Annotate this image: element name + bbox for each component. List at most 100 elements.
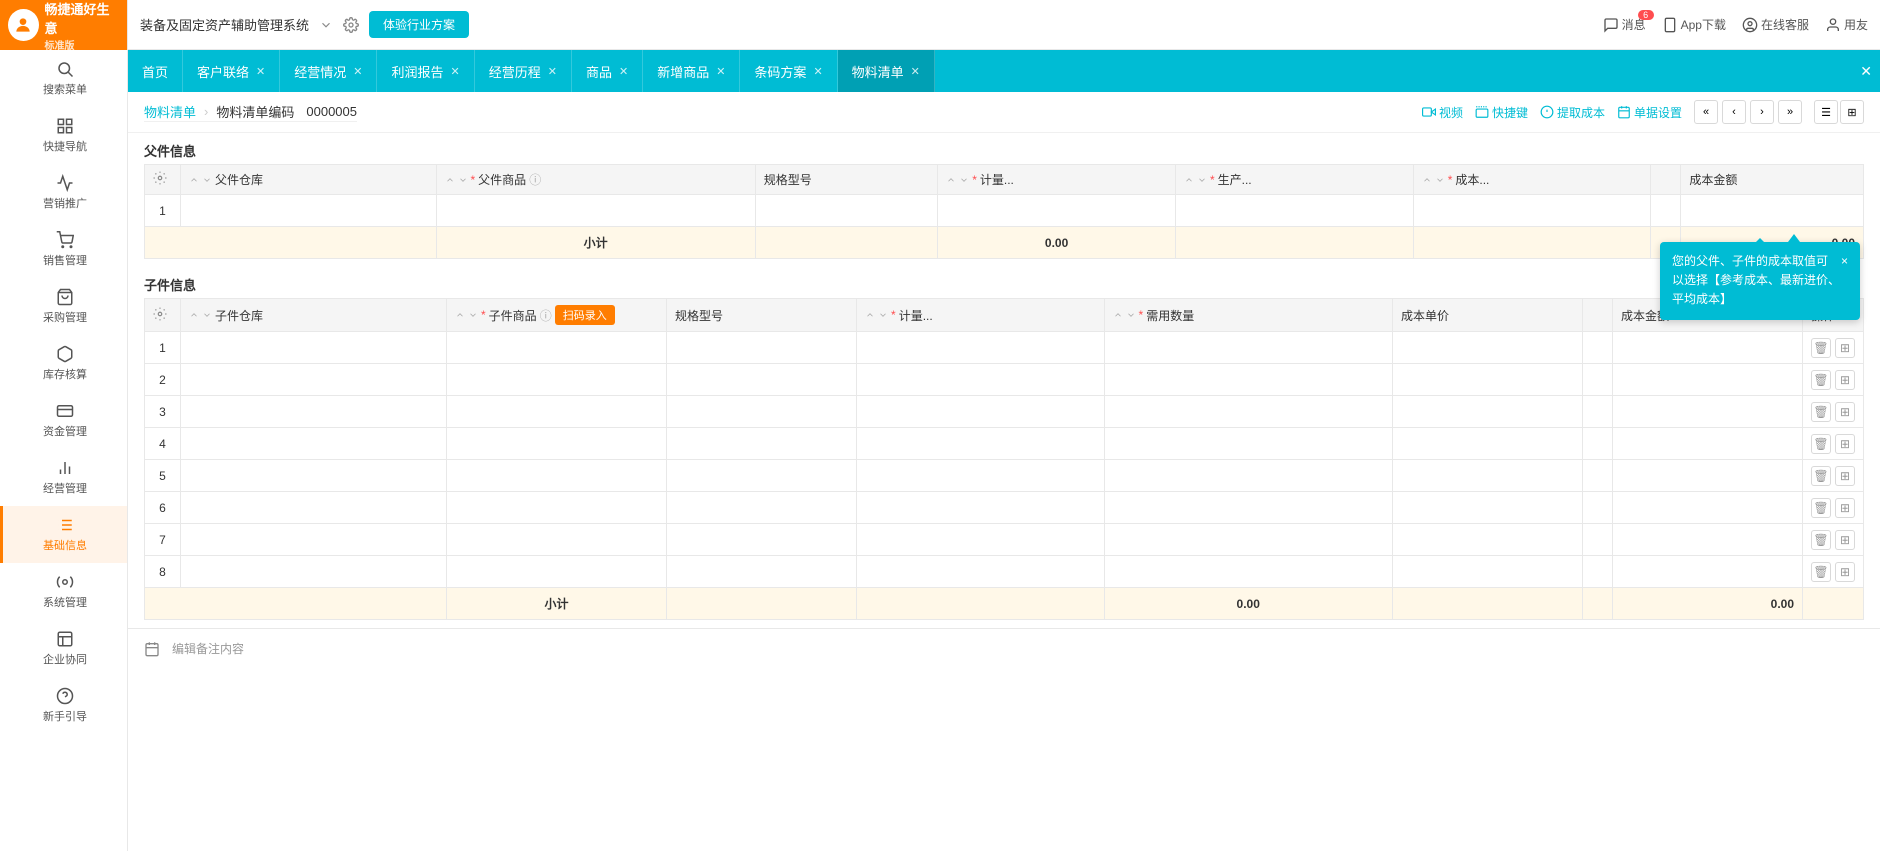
toolbar-single-setting[interactable]: 单据设置 xyxy=(1617,104,1682,121)
child-cell-unit-4[interactable] xyxy=(857,428,1105,460)
tab-history[interactable]: 经营历程 ✕ xyxy=(475,50,572,92)
child-copy-4[interactable]: ⊞ xyxy=(1835,434,1855,454)
child-delete-7[interactable]: 🗑 xyxy=(1811,530,1831,550)
child-delete-6[interactable]: 🗑 xyxy=(1811,498,1831,518)
child-cell-spec-8[interactable] xyxy=(667,556,857,588)
tab-profit[interactable]: 利润报告 ✕ xyxy=(377,50,474,92)
child-delete-2[interactable]: 🗑 xyxy=(1811,370,1831,390)
child-cell-amount-6[interactable] xyxy=(1612,492,1802,524)
toolbar-video[interactable]: 视频 xyxy=(1422,104,1463,121)
nav-prev-prev[interactable]: « xyxy=(1694,100,1718,124)
child-cell-unitprice-8[interactable] xyxy=(1392,556,1582,588)
child-delete-3[interactable]: 🗑 xyxy=(1811,402,1831,422)
tab-goods-close[interactable]: ✕ xyxy=(619,65,628,78)
tab-customer[interactable]: 客户联络 ✕ xyxy=(183,50,280,92)
child-cell-warehouse-2[interactable] xyxy=(181,364,447,396)
child-cell-spec-5[interactable] xyxy=(667,460,857,492)
child-cell-warehouse-8[interactable] xyxy=(181,556,447,588)
child-cell-goods-5[interactable] xyxy=(447,460,667,492)
child-cell-amount-3[interactable] xyxy=(1612,396,1802,428)
child-cell-unitprice-3[interactable] xyxy=(1392,396,1582,428)
child-cell-unit-1[interactable] xyxy=(857,332,1105,364)
parent-cell-spec-1[interactable] xyxy=(755,195,938,227)
nav-prev[interactable]: ‹ xyxy=(1722,100,1746,124)
bottom-icon[interactable] xyxy=(144,641,160,657)
sidebar-item-search[interactable]: 搜索菜单 xyxy=(0,50,127,107)
view-grid[interactable]: ⊞ xyxy=(1840,100,1864,124)
child-cell-warehouse-6[interactable] xyxy=(181,492,447,524)
sidebar-item-ops[interactable]: 经营管理 xyxy=(0,449,127,506)
child-cell-unit-7[interactable] xyxy=(857,524,1105,556)
child-cell-goods-6[interactable] xyxy=(447,492,667,524)
user-item[interactable]: 用友 xyxy=(1825,16,1868,33)
child-delete-4[interactable]: 🗑 xyxy=(1811,434,1831,454)
tab-barcode[interactable]: 条码方案 ✕ xyxy=(740,50,837,92)
child-cell-spec-1[interactable] xyxy=(667,332,857,364)
tab-bom[interactable]: 物料清单 ✕ xyxy=(838,50,935,92)
child-cell-qty-3[interactable] xyxy=(1104,396,1392,428)
tab-history-close[interactable]: ✕ xyxy=(548,65,557,78)
child-cell-qty-5[interactable] xyxy=(1104,460,1392,492)
child-cell-qty-7[interactable] xyxy=(1104,524,1392,556)
child-cell-qty-2[interactable] xyxy=(1104,364,1392,396)
tab-profit-close[interactable]: ✕ xyxy=(451,65,460,78)
view-list[interactable]: ☰ xyxy=(1814,100,1838,124)
support-item[interactable]: 在线客服 xyxy=(1742,16,1809,33)
sidebar-item-sales[interactable]: 销售管理 xyxy=(0,221,127,278)
sidebar-item-corp[interactable]: 企业协同 xyxy=(0,620,127,677)
tab-operations[interactable]: 经营情况 ✕ xyxy=(280,50,377,92)
child-cell-unitprice-2[interactable] xyxy=(1392,364,1582,396)
child-cell-spec-6[interactable] xyxy=(667,492,857,524)
child-cell-unit-5[interactable] xyxy=(857,460,1105,492)
sidebar-item-basic[interactable]: 基础信息 xyxy=(0,506,127,563)
child-cell-qty-1[interactable] xyxy=(1104,332,1392,364)
tab-barcode-close[interactable]: ✕ xyxy=(813,65,822,78)
tab-newgoods-close[interactable]: ✕ xyxy=(716,65,725,78)
dropdown-icon[interactable] xyxy=(319,18,333,32)
child-cell-goods-1[interactable] xyxy=(447,332,667,364)
child-cell-warehouse-1[interactable] xyxy=(181,332,447,364)
child-cell-unitprice-1[interactable] xyxy=(1392,332,1582,364)
child-cell-spec-7[interactable] xyxy=(667,524,857,556)
child-cell-qty-4[interactable] xyxy=(1104,428,1392,460)
child-cell-amount-2[interactable] xyxy=(1612,364,1802,396)
sidebar-item-finance[interactable]: 资金管理 xyxy=(0,392,127,449)
child-copy-6[interactable]: ⊞ xyxy=(1835,498,1855,518)
child-cell-spec-3[interactable] xyxy=(667,396,857,428)
breadcrumb-parent[interactable]: 物料清单 xyxy=(144,102,196,121)
parent-cell-amount-1[interactable] xyxy=(1681,195,1864,227)
child-cell-amount-7[interactable] xyxy=(1612,524,1802,556)
tab-goods[interactable]: 商品 ✕ xyxy=(572,50,643,92)
child-copy-1[interactable]: ⊞ xyxy=(1835,338,1855,358)
tab-home[interactable]: 首页 xyxy=(128,50,183,92)
child-cell-goods-8[interactable] xyxy=(447,556,667,588)
child-cell-unitprice-7[interactable] xyxy=(1392,524,1582,556)
child-cell-unit-8[interactable] xyxy=(857,556,1105,588)
child-cell-unit-3[interactable] xyxy=(857,396,1105,428)
child-copy-7[interactable]: ⊞ xyxy=(1835,530,1855,550)
trial-button[interactable]: 体验行业方案 xyxy=(369,11,469,38)
child-cell-warehouse-4[interactable] xyxy=(181,428,447,460)
child-cell-goods-7[interactable] xyxy=(447,524,667,556)
child-cell-warehouse-7[interactable] xyxy=(181,524,447,556)
child-cell-unit-6[interactable] xyxy=(857,492,1105,524)
child-cell-unitprice-5[interactable] xyxy=(1392,460,1582,492)
child-cell-goods-4[interactable] xyxy=(447,428,667,460)
message-item[interactable]: 消息 6 xyxy=(1603,16,1646,33)
child-cell-unit-2[interactable] xyxy=(857,364,1105,396)
sidebar-item-quicknav[interactable]: 快捷导航 xyxy=(0,107,127,164)
child-delete-8[interactable]: 🗑 xyxy=(1811,562,1831,582)
child-cell-amount-4[interactable] xyxy=(1612,428,1802,460)
child-copy-8[interactable]: ⊞ xyxy=(1835,562,1855,582)
parent-cell-warehouse-1[interactable] xyxy=(181,195,437,227)
settings-icon[interactable] xyxy=(343,17,359,33)
child-copy-2[interactable]: ⊞ xyxy=(1835,370,1855,390)
child-cell-qty-8[interactable] xyxy=(1104,556,1392,588)
nav-next-next[interactable]: » xyxy=(1778,100,1802,124)
app-item[interactable]: App下载 xyxy=(1662,16,1726,33)
tab-operations-close[interactable]: ✕ xyxy=(353,65,362,78)
child-cell-unitprice-6[interactable] xyxy=(1392,492,1582,524)
child-cell-spec-4[interactable] xyxy=(667,428,857,460)
sidebar-item-purchase[interactable]: 采购管理 xyxy=(0,278,127,335)
parent-cell-unit-1[interactable] xyxy=(938,195,1176,227)
